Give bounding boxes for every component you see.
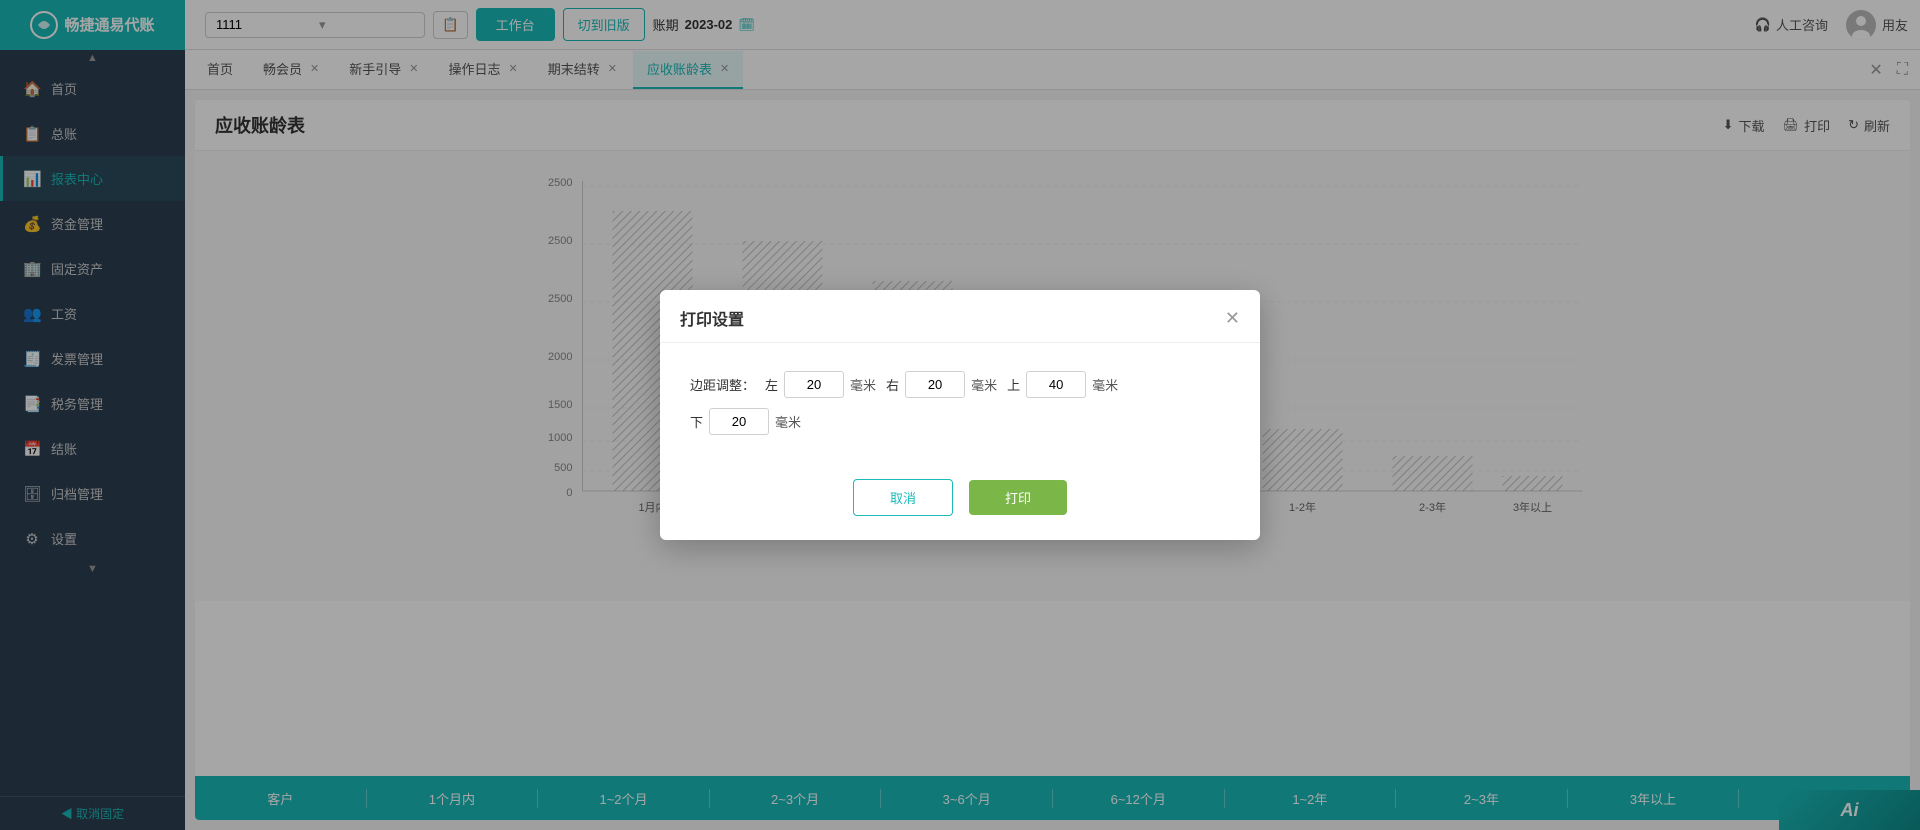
margin-row: 边距调整： 左 毫米 右 毫米 上 毫米 下: [690, 371, 1230, 435]
margin-top-input[interactable]: [1026, 371, 1086, 398]
margin-label: 边距调整：: [690, 375, 755, 394]
left-label: 左: [765, 375, 778, 394]
margin-left-input[interactable]: [784, 371, 844, 398]
print-confirm-button[interactable]: 打印: [969, 480, 1067, 515]
left-unit: 毫米: [850, 375, 876, 394]
right-unit: 毫米: [971, 375, 997, 394]
margin-top-group: 上 毫米: [1007, 371, 1118, 398]
top-unit: 毫米: [1092, 375, 1118, 394]
bottom-unit: 毫米: [775, 412, 801, 431]
modal-footer: 取消 打印: [660, 463, 1260, 540]
right-label: 右: [886, 375, 899, 394]
modal-close-button[interactable]: ✕: [1225, 309, 1240, 327]
cancel-button[interactable]: 取消: [853, 479, 953, 516]
modal-overlay: 打印设置 ✕ 边距调整： 左 毫米 右 毫米 上 毫米: [0, 0, 1920, 830]
bottom-label: 下: [690, 412, 703, 431]
margin-bottom-group: 下 毫米: [690, 408, 801, 435]
modal-title: 打印设置: [680, 306, 744, 330]
modal-header: 打印设置 ✕: [660, 290, 1260, 343]
top-label: 上: [1007, 375, 1020, 394]
margin-right-input[interactable]: [905, 371, 965, 398]
margin-right-group: 右 毫米: [886, 371, 997, 398]
margin-left-group: 左 毫米: [765, 371, 876, 398]
margin-bottom-input[interactable]: [709, 408, 769, 435]
modal-body: 边距调整： 左 毫米 右 毫米 上 毫米 下: [660, 343, 1260, 463]
print-settings-modal: 打印设置 ✕ 边距调整： 左 毫米 右 毫米 上 毫米: [660, 290, 1260, 540]
